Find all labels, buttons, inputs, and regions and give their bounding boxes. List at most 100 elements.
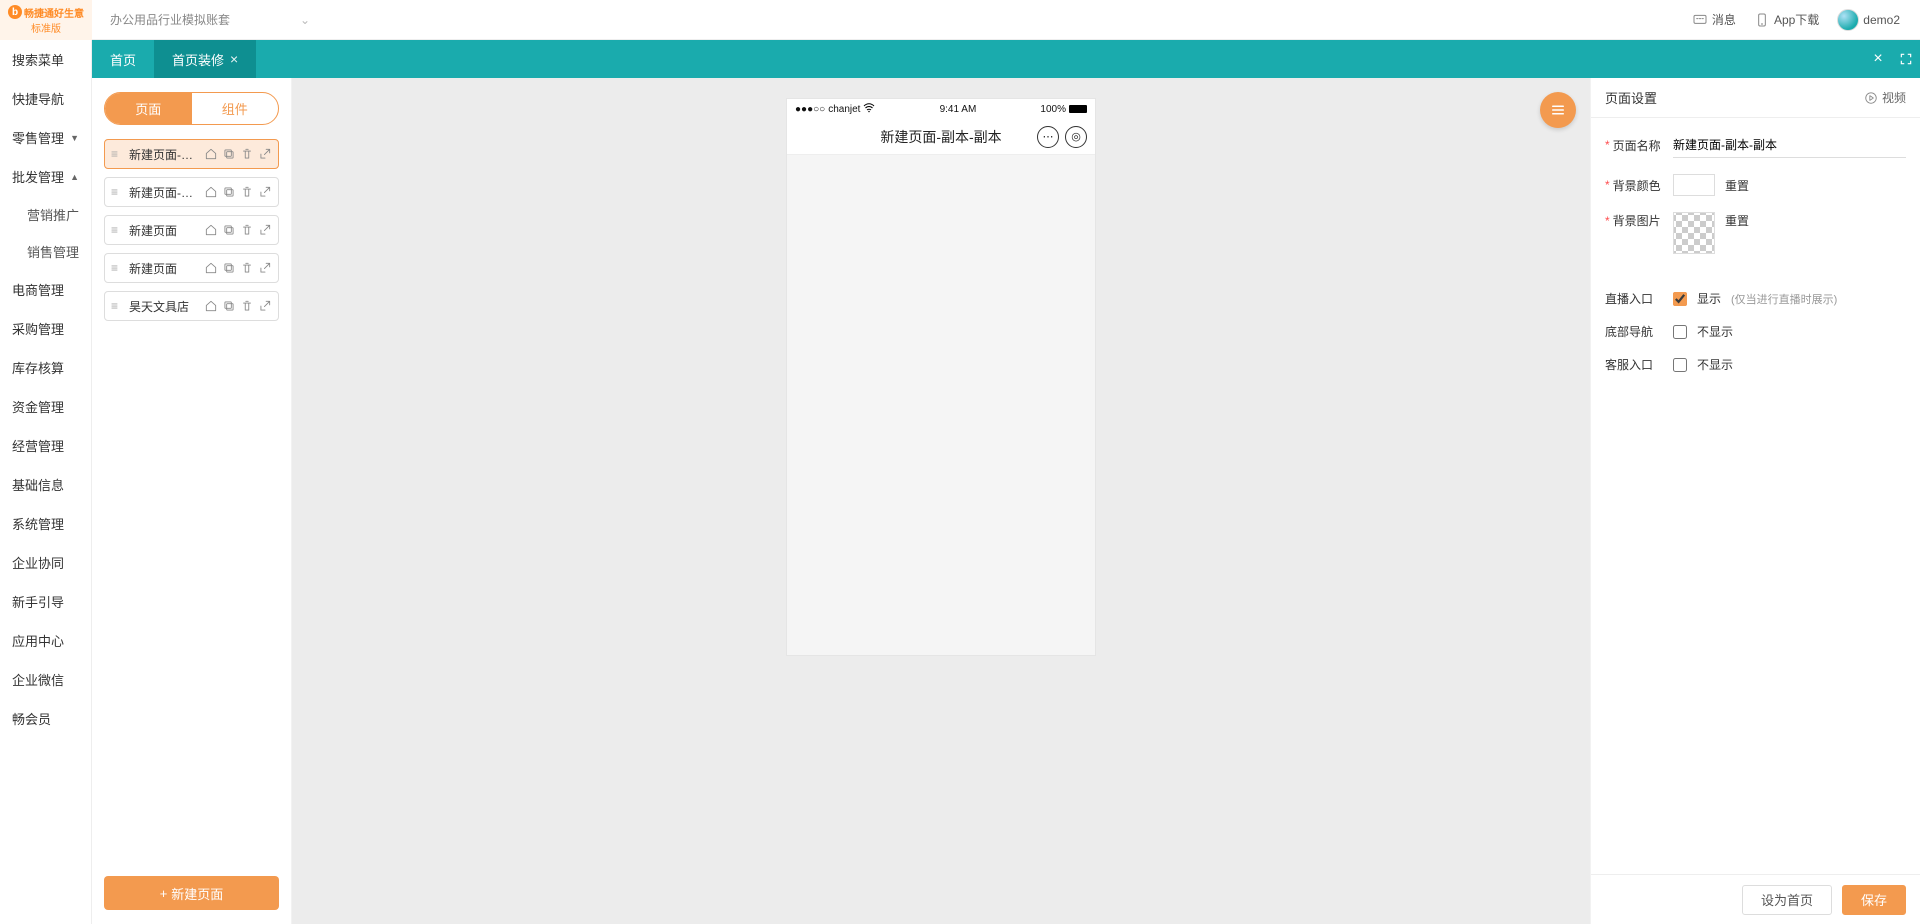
home-icon[interactable] bbox=[204, 147, 218, 161]
nav-quick[interactable]: 快捷导航 bbox=[0, 79, 91, 118]
bgimage-picker[interactable] bbox=[1673, 212, 1715, 254]
copy-icon[interactable] bbox=[222, 299, 236, 313]
home-icon[interactable] bbox=[204, 299, 218, 313]
bottom-nav-cb-label: 不显示 bbox=[1697, 323, 1733, 340]
nav-basic[interactable]: 基础信息 bbox=[0, 465, 91, 504]
share-icon[interactable] bbox=[258, 261, 272, 275]
capsule-target-icon[interactable]: ◎ bbox=[1065, 126, 1087, 148]
main: 搜索菜单 快捷导航 零售管理▼ 批发管理 ▲ 营销推广 销售管理 电商管理 采购管… bbox=[0, 40, 1920, 924]
delete-icon[interactable] bbox=[240, 299, 254, 313]
home-icon[interactable] bbox=[204, 223, 218, 237]
drag-icon[interactable]: ≡ bbox=[111, 147, 123, 161]
share-icon[interactable] bbox=[258, 185, 272, 199]
page-name-input[interactable] bbox=[1673, 132, 1906, 158]
video-help-link[interactable]: 视频 bbox=[1864, 89, 1906, 106]
phone-header: 新建页面-副本-副本 ⋯ ◎ bbox=[787, 119, 1095, 155]
app-download-button[interactable]: App下载 bbox=[1754, 11, 1819, 28]
nav-label: 系统管理 bbox=[12, 514, 64, 533]
fullscreen-button[interactable] bbox=[1892, 40, 1920, 78]
nav-search[interactable]: 搜索菜单 bbox=[0, 40, 91, 79]
phone-statusbar: ●●●○○ chanjet 9:41 AM 100% bbox=[787, 99, 1095, 119]
messages-label: 消息 bbox=[1712, 11, 1736, 28]
nav-retail[interactable]: 零售管理▼ bbox=[0, 118, 91, 157]
share-icon[interactable] bbox=[258, 299, 272, 313]
tab-pages[interactable]: 页面 bbox=[105, 93, 192, 124]
share-icon[interactable] bbox=[258, 147, 272, 161]
drag-icon[interactable]: ≡ bbox=[111, 223, 123, 237]
logo-edition: 标准版 bbox=[31, 20, 61, 35]
phone-icon bbox=[1754, 12, 1770, 28]
nav-guide[interactable]: 新手引导 bbox=[0, 582, 91, 621]
nav-marketing[interactable]: 营销推广 bbox=[0, 196, 91, 233]
tab-home[interactable]: 首页 bbox=[92, 40, 154, 78]
wifi-icon bbox=[863, 103, 875, 116]
chevron-up-icon: ▲ bbox=[70, 172, 79, 182]
nav-wechat[interactable]: 企业微信 bbox=[0, 660, 91, 699]
play-icon bbox=[1864, 91, 1878, 105]
video-label: 视频 bbox=[1882, 89, 1906, 106]
capsule-menu-icon[interactable]: ⋯ bbox=[1037, 126, 1059, 148]
copy-icon[interactable] bbox=[222, 223, 236, 237]
messages-button[interactable]: 消息 bbox=[1692, 11, 1736, 28]
user-menu[interactable]: demo2 bbox=[1837, 9, 1900, 31]
settings-body: *页面名称 *背景颜色 重置 *背景图片 重置 bbox=[1591, 118, 1920, 874]
topbar: b 畅捷通好生意 标准版 办公用品行业模拟账套 ⌄ 消息 App下载 demo2 bbox=[0, 0, 1920, 40]
canvas: ●●●○○ chanjet 9:41 AM 100% bbox=[292, 78, 1590, 924]
delete-icon[interactable] bbox=[240, 185, 254, 199]
delete-icon[interactable] bbox=[240, 147, 254, 161]
copy-icon[interactable] bbox=[222, 185, 236, 199]
page-item[interactable]: ≡ 新建页面 bbox=[104, 253, 279, 283]
live-entry-checkbox[interactable] bbox=[1673, 292, 1687, 306]
page-item[interactable]: ≡ 新建页面-副本 bbox=[104, 177, 279, 207]
nav-operation[interactable]: 经营管理 bbox=[0, 426, 91, 465]
bgimage-reset[interactable]: 重置 bbox=[1725, 212, 1749, 229]
drag-icon[interactable]: ≡ bbox=[111, 185, 123, 199]
nav-label: 批发管理 bbox=[12, 167, 64, 186]
set-home-button[interactable]: 设为首页 bbox=[1742, 885, 1832, 915]
nav-collab[interactable]: 企业协同 bbox=[0, 543, 91, 582]
battery-pct: 100% bbox=[1040, 104, 1066, 115]
service-checkbox[interactable] bbox=[1673, 358, 1687, 372]
nav-appcenter[interactable]: 应用中心 bbox=[0, 621, 91, 660]
nav-inventory[interactable]: 库存核算 bbox=[0, 348, 91, 387]
tab-decorate[interactable]: 首页装修 × bbox=[154, 40, 256, 78]
page-item[interactable]: ≡ 新建页面-副本-... bbox=[104, 139, 279, 169]
home-icon[interactable] bbox=[204, 185, 218, 199]
tabstrip-close-button[interactable]: × bbox=[1864, 40, 1892, 78]
toggle-panel-button[interactable] bbox=[1540, 92, 1576, 128]
nav-system[interactable]: 系统管理 bbox=[0, 504, 91, 543]
field-live-entry: 直播入口 显示 (仅当进行直播时展示) bbox=[1605, 290, 1906, 307]
delete-icon[interactable] bbox=[240, 223, 254, 237]
account-selector[interactable]: 办公用品行业模拟账套 ⌄ bbox=[110, 7, 310, 33]
save-button[interactable]: 保存 bbox=[1842, 885, 1906, 915]
page-item[interactable]: ≡ 新建页面 bbox=[104, 215, 279, 245]
tab-components[interactable]: 组件 bbox=[192, 93, 279, 124]
home-icon[interactable] bbox=[204, 261, 218, 275]
nav-fund[interactable]: 资金管理 bbox=[0, 387, 91, 426]
close-icon[interactable]: × bbox=[230, 51, 238, 67]
nav-sales[interactable]: 销售管理 bbox=[0, 233, 91, 270]
settings-header: 页面设置 视频 bbox=[1591, 78, 1920, 118]
copy-icon[interactable] bbox=[222, 147, 236, 161]
drag-icon[interactable]: ≡ bbox=[111, 261, 123, 275]
copy-icon[interactable] bbox=[222, 261, 236, 275]
avatar bbox=[1837, 9, 1859, 31]
tab-label: 首页装修 bbox=[172, 50, 224, 69]
phone-body[interactable] bbox=[787, 155, 1095, 655]
share-icon[interactable] bbox=[258, 223, 272, 237]
logo[interactable]: b 畅捷通好生意 标准版 bbox=[0, 0, 92, 40]
new-page-label: 新建页面 bbox=[171, 884, 223, 903]
page-item[interactable]: ≡ 昊天文具店 bbox=[104, 291, 279, 321]
bgcolor-reset[interactable]: 重置 bbox=[1725, 177, 1749, 194]
nav-purchase[interactable]: 采购管理 bbox=[0, 309, 91, 348]
bgcolor-swatch[interactable] bbox=[1673, 174, 1715, 196]
live-entry-cb-label: 显示 bbox=[1697, 290, 1721, 307]
nav-wholesale[interactable]: 批发管理 ▲ bbox=[0, 157, 91, 196]
bottom-nav-checkbox[interactable] bbox=[1673, 325, 1687, 339]
new-page-button[interactable]: + 新建页面 bbox=[104, 876, 279, 910]
nav-label: 畅会员 bbox=[12, 709, 51, 728]
drag-icon[interactable]: ≡ bbox=[111, 299, 123, 313]
nav-ecommerce[interactable]: 电商管理 bbox=[0, 270, 91, 309]
nav-member[interactable]: 畅会员 bbox=[0, 699, 91, 738]
delete-icon[interactable] bbox=[240, 261, 254, 275]
